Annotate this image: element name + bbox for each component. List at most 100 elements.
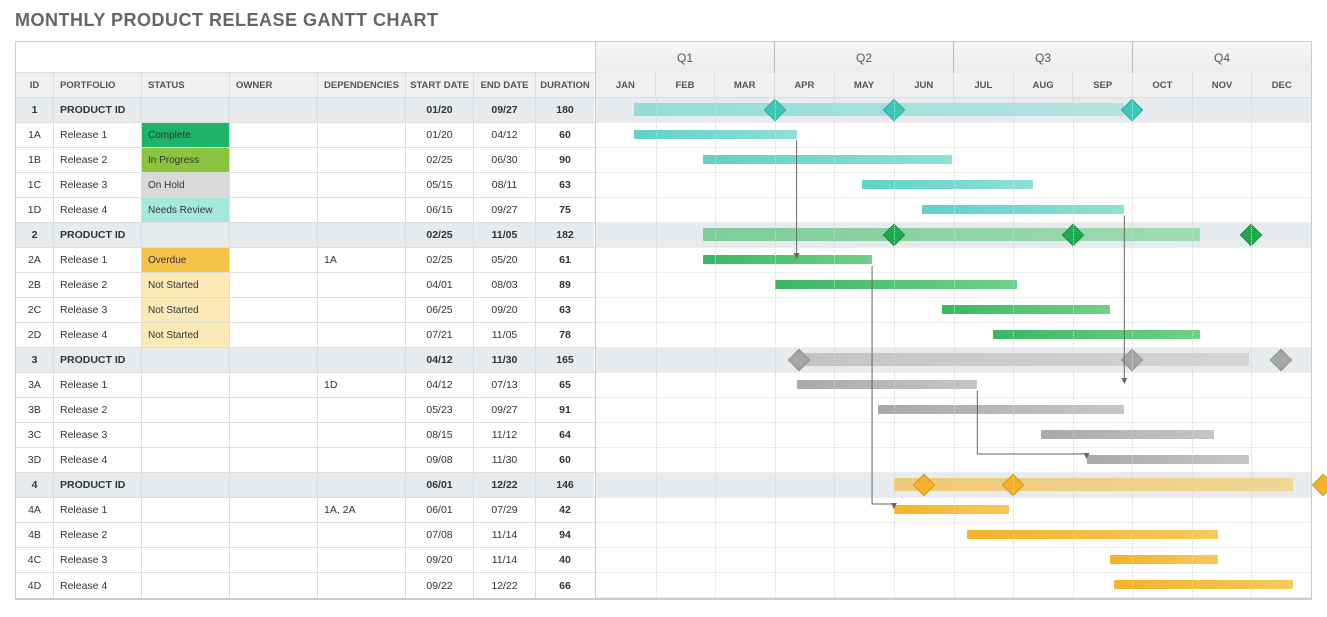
- status-badge: Not Started: [142, 273, 229, 297]
- product-row[interactable]: 2PRODUCT ID02/2511/05182: [16, 223, 595, 248]
- cell-id: 2C: [16, 298, 54, 322]
- cell-duration: 146: [536, 473, 594, 497]
- cell-portfolio: Release 1: [54, 123, 142, 147]
- task-row[interactable]: 4BRelease 207/0811/1494: [16, 523, 595, 548]
- task-bar[interactable]: [775, 280, 1017, 289]
- cell-portfolio: Release 4: [54, 573, 142, 598]
- task-row[interactable]: 4ARelease 11A, 2A06/0107/2942: [16, 498, 595, 523]
- cell-start: 07/21: [406, 323, 474, 347]
- cell-dependencies: 1D: [318, 373, 406, 397]
- cell-portfolio: Release 2: [54, 523, 142, 547]
- cell-duration: 94: [536, 523, 594, 547]
- cell-duration: 63: [536, 173, 594, 197]
- task-bar[interactable]: [1110, 555, 1217, 564]
- cell-end: 12/22: [474, 573, 536, 598]
- cell-duration: 60: [536, 123, 594, 147]
- task-row[interactable]: 3BRelease 205/2309/2791: [16, 398, 595, 423]
- cell-end: 06/30: [474, 148, 536, 172]
- product-row[interactable]: 4PRODUCT ID06/0112/22146: [16, 473, 595, 498]
- cell-duration: 89: [536, 273, 594, 297]
- timeline: Q1Q2Q3Q4 JANFEBMARAPRMAYJUNJULAUGSEPOCTN…: [595, 41, 1312, 599]
- cell-owner: [230, 523, 318, 547]
- gantt-row: [596, 223, 1311, 248]
- task-bar[interactable]: [634, 130, 797, 139]
- task-row[interactable]: 2CRelease 3Not Started06/2509/2063: [16, 298, 595, 323]
- cell-start: 08/15: [406, 423, 474, 447]
- task-bar[interactable]: [1041, 430, 1214, 439]
- task-row[interactable]: 1BRelease 2In Progress02/2506/3090: [16, 148, 595, 173]
- cell-id: 2A: [16, 248, 54, 272]
- task-bar[interactable]: [894, 505, 1009, 514]
- task-bar[interactable]: [922, 205, 1125, 214]
- cell-owner: [230, 573, 318, 598]
- gantt-row: [596, 248, 1311, 273]
- task-row[interactable]: 2ARelease 1Overdue1A02/2505/2061: [16, 248, 595, 273]
- task-bar[interactable]: [703, 255, 872, 264]
- cell-duration: 42: [536, 498, 594, 522]
- col-portfolio: PORTFOLIO: [54, 73, 142, 97]
- cell-end: 09/27: [474, 198, 536, 222]
- task-bar[interactable]: [1087, 455, 1250, 464]
- cell-status: Not Started: [142, 323, 230, 347]
- cell-start: 02/25: [406, 248, 474, 272]
- cell-end: 05/20: [474, 248, 536, 272]
- product-row[interactable]: 3PRODUCT ID04/1211/30165: [16, 348, 595, 373]
- task-bar[interactable]: [797, 380, 978, 389]
- status-badge: In Progress: [142, 148, 229, 172]
- cell-start: 04/12: [406, 348, 474, 372]
- month-label: MAY: [835, 73, 895, 97]
- cell-status: [142, 448, 230, 472]
- product-bar[interactable]: [797, 353, 1250, 366]
- cell-owner: [230, 123, 318, 147]
- cell-id: 1C: [16, 173, 54, 197]
- cell-end: 08/11: [474, 173, 536, 197]
- quarter-label: Q1: [596, 42, 775, 73]
- task-bar[interactable]: [862, 180, 1033, 189]
- task-bar[interactable]: [967, 530, 1217, 539]
- product-bar[interactable]: [634, 103, 1125, 116]
- cell-dependencies: 1A: [318, 248, 406, 272]
- task-row[interactable]: 3ARelease 11D04/1207/1365: [16, 373, 595, 398]
- cell-dependencies: [318, 423, 406, 447]
- quarter-header: Q1Q2Q3Q4: [596, 42, 1311, 73]
- cell-duration: 65: [536, 373, 594, 397]
- quarter-label: Q2: [775, 42, 954, 73]
- task-bar[interactable]: [703, 155, 951, 164]
- task-row[interactable]: 1CRelease 3On Hold05/1508/1163: [16, 173, 595, 198]
- cell-portfolio: Release 3: [54, 423, 142, 447]
- cell-portfolio: PRODUCT ID: [54, 98, 142, 122]
- task-row[interactable]: 1DRelease 4Needs Review06/1509/2775: [16, 198, 595, 223]
- gantt-chart: ID PORTFOLIO STATUS OWNER DEPENDENCIES S…: [15, 41, 1312, 600]
- milestone-diamond-icon[interactable]: [1121, 99, 1144, 122]
- product-bar[interactable]: [703, 228, 1200, 241]
- milestone-diamond-icon[interactable]: [1270, 349, 1293, 372]
- task-row[interactable]: 1ARelease 1Complete01/2004/1260: [16, 123, 595, 148]
- cell-start: 06/01: [406, 498, 474, 522]
- task-row[interactable]: 4CRelease 309/2011/1440: [16, 548, 595, 573]
- task-row[interactable]: 3CRelease 308/1511/1264: [16, 423, 595, 448]
- product-row[interactable]: 1PRODUCT ID01/2009/27180: [16, 98, 595, 123]
- milestone-diamond-icon[interactable]: [1312, 474, 1327, 497]
- cell-start: 02/25: [406, 223, 474, 247]
- cell-dependencies: 1A, 2A: [318, 498, 406, 522]
- cell-status: Complete: [142, 123, 230, 147]
- gantt-row: [596, 498, 1311, 523]
- task-bar[interactable]: [942, 305, 1111, 314]
- task-bar[interactable]: [993, 330, 1200, 339]
- cell-end: 11/30: [474, 448, 536, 472]
- cell-portfolio: Release 4: [54, 198, 142, 222]
- col-owner: OWNER: [230, 73, 318, 97]
- task-row[interactable]: 3DRelease 409/0811/3060: [16, 448, 595, 473]
- page-title: MONTHLY PRODUCT RELEASE GANTT CHART: [15, 10, 1312, 31]
- task-bar[interactable]: [1114, 580, 1293, 589]
- cell-dependencies: [318, 573, 406, 598]
- cell-owner: [230, 298, 318, 322]
- product-bar[interactable]: [894, 478, 1293, 491]
- task-row[interactable]: 2BRelease 2Not Started04/0108/0389: [16, 273, 595, 298]
- task-bar[interactable]: [878, 405, 1124, 414]
- milestone-diamond-icon[interactable]: [1240, 224, 1263, 247]
- task-row[interactable]: 4DRelease 409/2212/2266: [16, 573, 595, 598]
- quarter-label: Q4: [1133, 42, 1311, 73]
- month-label: AUG: [1014, 73, 1074, 97]
- task-row[interactable]: 2DRelease 4Not Started07/2111/0578: [16, 323, 595, 348]
